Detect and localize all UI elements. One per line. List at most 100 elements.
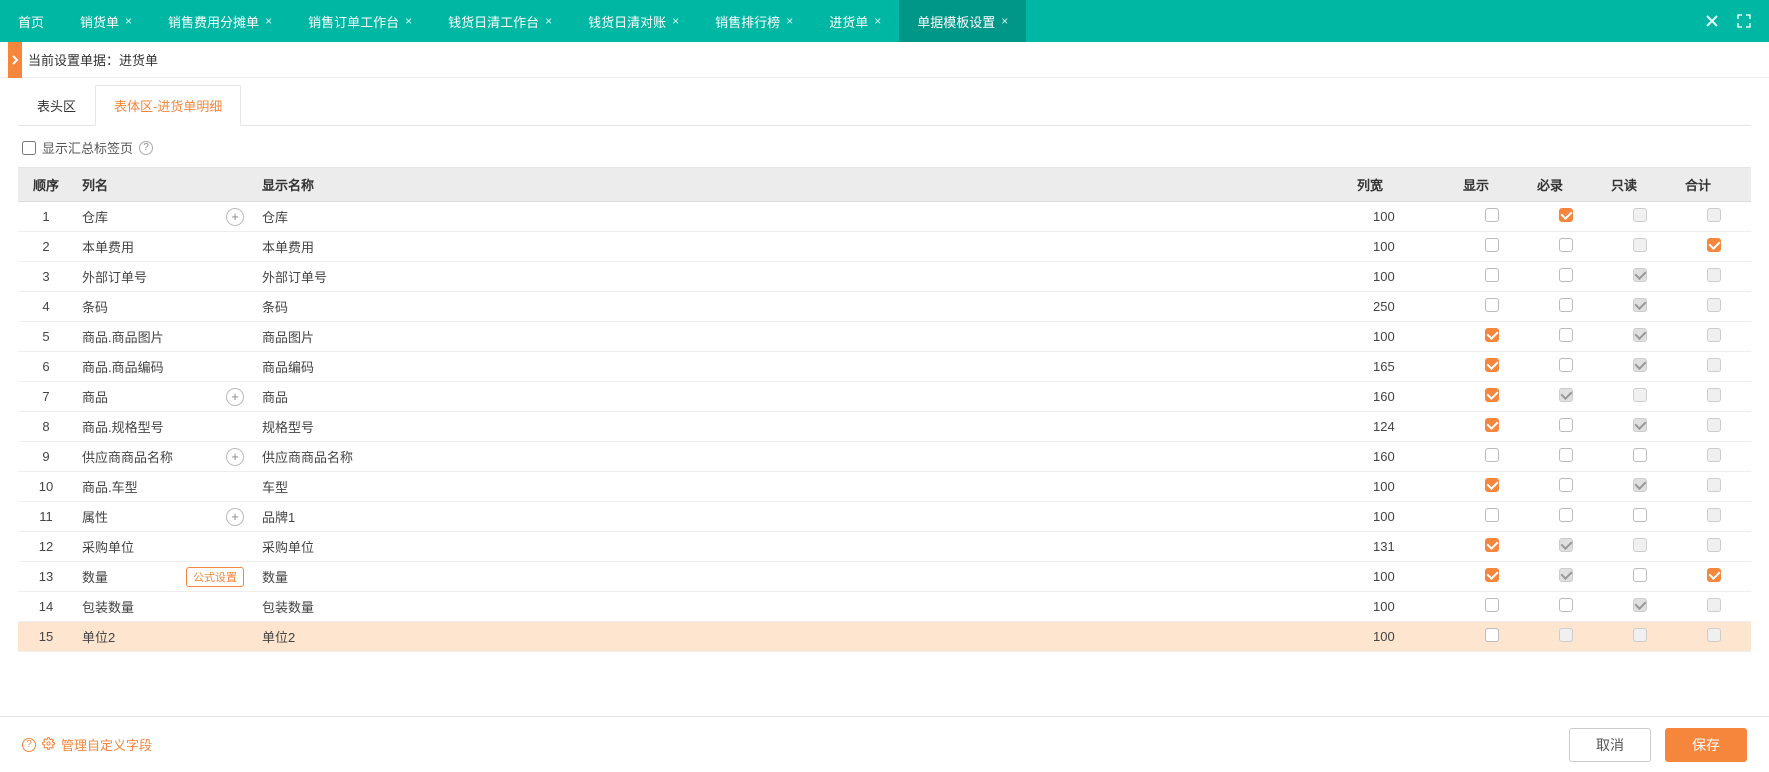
cell-width[interactable]: 100: [1365, 209, 1455, 224]
cell-display-name[interactable]: 仓库: [254, 207, 1365, 226]
cell-display-name[interactable]: 单位2: [254, 627, 1365, 646]
close-icon[interactable]: ×: [786, 14, 793, 28]
fullscreen-icon[interactable]: [1735, 12, 1753, 30]
table-row[interactable]: 6商品.商品编码商品编码165: [18, 352, 1751, 382]
add-icon[interactable]: +: [226, 388, 244, 406]
close-icon[interactable]: ×: [125, 14, 132, 28]
add-icon[interactable]: +: [226, 448, 244, 466]
checkbox[interactable]: [1559, 298, 1573, 312]
sub-tab[interactable]: 表体区-进货单明细: [95, 85, 241, 126]
table-row[interactable]: 5商品.商品图片商品图片100: [18, 322, 1751, 352]
checkbox[interactable]: [1485, 388, 1499, 402]
cancel-button[interactable]: 取消: [1569, 728, 1651, 762]
table-row[interactable]: 10商品.车型车型100: [18, 472, 1751, 502]
table-row[interactable]: 14包装数量包装数量100: [18, 592, 1751, 622]
cell-display-name[interactable]: 车型: [254, 477, 1365, 496]
table-row[interactable]: 1仓库+仓库100: [18, 202, 1751, 232]
table-row[interactable]: 15单位2单位2100: [18, 622, 1751, 652]
checkbox[interactable]: [1485, 238, 1499, 252]
checkbox[interactable]: [1559, 328, 1573, 342]
cell-width[interactable]: 100: [1365, 479, 1455, 494]
cell-width[interactable]: 100: [1365, 509, 1455, 524]
cell-width[interactable]: 250: [1365, 299, 1455, 314]
summary-checkbox[interactable]: [22, 141, 36, 155]
checkbox[interactable]: [1633, 568, 1647, 582]
add-icon[interactable]: +: [226, 508, 244, 526]
checkbox[interactable]: [1559, 358, 1573, 372]
cell-width[interactable]: 100: [1365, 629, 1455, 644]
cell-width[interactable]: 100: [1365, 569, 1455, 584]
checkbox[interactable]: [1485, 448, 1499, 462]
cell-display-name[interactable]: 数量: [254, 567, 1365, 586]
cell-width[interactable]: 100: [1365, 329, 1455, 344]
top-tab[interactable]: 钱货日清对账×: [570, 0, 697, 42]
add-icon[interactable]: +: [226, 208, 244, 226]
cell-display-name[interactable]: 商品图片: [254, 327, 1365, 346]
cell-width[interactable]: 165: [1365, 359, 1455, 374]
checkbox[interactable]: [1485, 298, 1499, 312]
checkbox[interactable]: [1485, 328, 1499, 342]
table-row[interactable]: 8商品.规格型号规格型号124: [18, 412, 1751, 442]
cell-display-name[interactable]: 条码: [254, 297, 1365, 316]
table-row[interactable]: 12采购单位采购单位131: [18, 532, 1751, 562]
help-icon[interactable]: ?: [139, 141, 153, 155]
top-tab[interactable]: 销售订单工作台×: [290, 0, 430, 42]
cell-display-name[interactable]: 本单费用: [254, 237, 1365, 256]
top-tab[interactable]: 首页: [0, 0, 62, 42]
checkbox[interactable]: [1559, 448, 1573, 462]
table-row[interactable]: 11属性+品牌1100: [18, 502, 1751, 532]
close-icon[interactable]: ×: [265, 14, 272, 28]
close-all-icon[interactable]: [1703, 12, 1721, 30]
cell-width[interactable]: 160: [1365, 449, 1455, 464]
save-button[interactable]: 保存: [1665, 728, 1747, 762]
checkbox[interactable]: [1485, 508, 1499, 522]
close-icon[interactable]: ×: [545, 14, 552, 28]
top-tab[interactable]: 销售费用分摊单×: [150, 0, 290, 42]
checkbox[interactable]: [1559, 268, 1573, 282]
table-row[interactable]: 2本单费用本单费用100: [18, 232, 1751, 262]
cell-width[interactable]: 160: [1365, 389, 1455, 404]
top-tab[interactable]: 销货单×: [62, 0, 150, 42]
table-row[interactable]: 9供应商商品名称+供应商商品名称160: [18, 442, 1751, 472]
cell-display-name[interactable]: 品牌1: [254, 507, 1365, 526]
cell-width[interactable]: 100: [1365, 269, 1455, 284]
cell-display-name[interactable]: 包装数量: [254, 597, 1365, 616]
checkbox[interactable]: [1633, 508, 1647, 522]
close-icon[interactable]: ×: [1001, 14, 1008, 28]
table-row[interactable]: 4条码条码250: [18, 292, 1751, 322]
top-tab[interactable]: 进货单×: [811, 0, 899, 42]
checkbox[interactable]: [1707, 568, 1721, 582]
checkbox[interactable]: [1485, 478, 1499, 492]
chevron-right-icon[interactable]: [8, 42, 22, 78]
checkbox[interactable]: [1707, 238, 1721, 252]
table-row[interactable]: 3外部订单号外部订单号100: [18, 262, 1751, 292]
cell-display-name[interactable]: 商品: [254, 387, 1365, 406]
close-icon[interactable]: ×: [405, 14, 412, 28]
checkbox[interactable]: [1559, 208, 1573, 222]
checkbox[interactable]: [1485, 358, 1499, 372]
top-tab[interactable]: 钱货日清工作台×: [430, 0, 570, 42]
close-icon[interactable]: ×: [874, 14, 881, 28]
cell-display-name[interactable]: 规格型号: [254, 417, 1365, 436]
formula-button[interactable]: 公式设置: [186, 567, 244, 587]
table-row[interactable]: 7商品+商品160: [18, 382, 1751, 412]
manage-custom-fields-link[interactable]: ? 管理自定义字段: [22, 735, 152, 754]
sub-tab[interactable]: 表头区: [18, 85, 95, 126]
cell-width[interactable]: 131: [1365, 539, 1455, 554]
top-tab[interactable]: 销售排行榜×: [697, 0, 811, 42]
close-icon[interactable]: ×: [672, 14, 679, 28]
cell-display-name[interactable]: 采购单位: [254, 537, 1365, 556]
cell-display-name[interactable]: 供应商商品名称: [254, 447, 1365, 466]
checkbox[interactable]: [1559, 478, 1573, 492]
top-tab[interactable]: 单据模板设置×: [899, 0, 1026, 42]
checkbox[interactable]: [1485, 568, 1499, 582]
checkbox[interactable]: [1559, 238, 1573, 252]
checkbox[interactable]: [1633, 448, 1647, 462]
cell-width[interactable]: 100: [1365, 599, 1455, 614]
checkbox[interactable]: [1559, 508, 1573, 522]
cell-width[interactable]: 124: [1365, 419, 1455, 434]
checkbox[interactable]: [1485, 538, 1499, 552]
checkbox[interactable]: [1485, 598, 1499, 612]
checkbox[interactable]: [1559, 418, 1573, 432]
checkbox[interactable]: [1485, 418, 1499, 432]
